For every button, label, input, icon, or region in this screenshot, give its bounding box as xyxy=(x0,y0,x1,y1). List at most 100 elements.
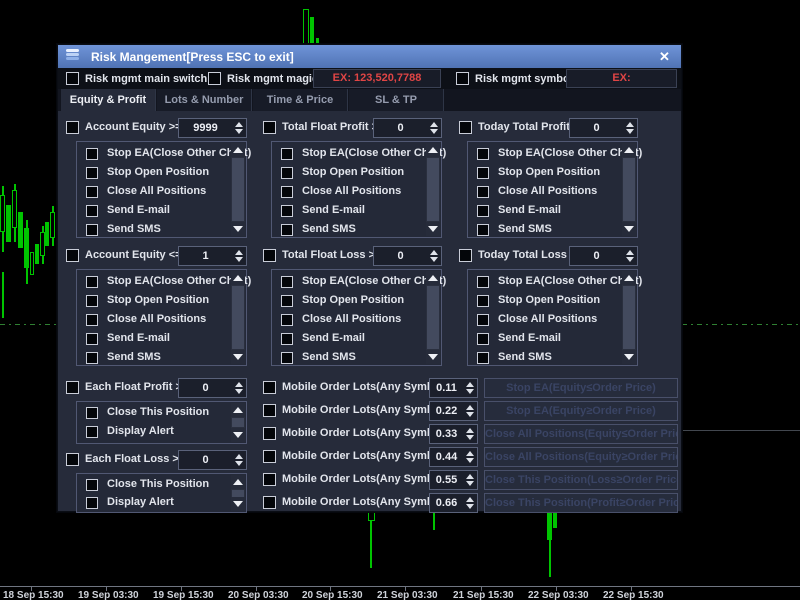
each-float-profit-ge-checkbox[interactable] xyxy=(66,381,79,394)
scroll-down-icon[interactable] xyxy=(231,497,245,511)
spin-up-icon[interactable] xyxy=(235,382,243,387)
action-checkbox[interactable] xyxy=(86,295,98,307)
spin-down-icon[interactable] xyxy=(626,129,634,134)
action-checkbox[interactable] xyxy=(477,352,489,364)
action-checkbox[interactable] xyxy=(281,205,293,217)
action-checkbox[interactable] xyxy=(281,314,293,326)
spin-up-icon[interactable] xyxy=(430,250,438,255)
scrollbar[interactable] xyxy=(622,143,636,236)
scroll-down-icon[interactable] xyxy=(622,222,636,236)
action-checkbox[interactable] xyxy=(477,295,489,307)
stop-ea-equity-ge-button[interactable]: Stop EA(Equity≥Order Price) xyxy=(484,401,678,421)
tab-time-price[interactable]: Time & Price xyxy=(253,89,348,111)
mobile-lots-input[interactable]: 0.11 xyxy=(429,378,478,398)
scrollbar[interactable] xyxy=(426,271,440,364)
spin-up-icon[interactable] xyxy=(430,122,438,127)
action-checkbox[interactable] xyxy=(477,167,489,179)
spin-up-icon[interactable] xyxy=(466,382,474,387)
action-checkbox[interactable] xyxy=(281,276,293,288)
scroll-down-icon[interactable] xyxy=(231,428,245,442)
spin-down-icon[interactable] xyxy=(235,129,243,134)
scroll-up-icon[interactable] xyxy=(426,271,440,285)
total-float-profit-ge-checkbox[interactable] xyxy=(263,121,276,134)
spin-up-icon[interactable] xyxy=(626,122,634,127)
action-checkbox[interactable] xyxy=(281,295,293,307)
action-checkbox[interactable] xyxy=(86,497,98,509)
scroll-down-icon[interactable] xyxy=(426,350,440,364)
scrollbar[interactable] xyxy=(231,271,245,364)
mobile-lots-input[interactable]: 0.44 xyxy=(429,447,478,467)
risk-mgmt-symbols-checkbox[interactable] xyxy=(456,72,469,85)
close-all-equity-le-button[interactable]: Close All Positions(Equity≤Order Price) xyxy=(484,424,678,444)
mobile-lots-input[interactable]: 0.22 xyxy=(429,401,478,421)
scroll-thumb[interactable] xyxy=(427,286,439,349)
spin-down-icon[interactable] xyxy=(466,412,474,417)
today-total-profit-ge-checkbox[interactable] xyxy=(459,121,472,134)
mobile-lots-checkbox[interactable] xyxy=(263,381,276,394)
spin-down-icon[interactable] xyxy=(466,481,474,486)
spin-down-icon[interactable] xyxy=(430,257,438,262)
scroll-down-icon[interactable] xyxy=(231,222,245,236)
mobile-lots-input[interactable]: 0.33 xyxy=(429,424,478,444)
spin-up-icon[interactable] xyxy=(466,405,474,410)
action-checkbox[interactable] xyxy=(477,148,489,160)
scrollbar[interactable] xyxy=(231,403,245,442)
action-checkbox[interactable] xyxy=(477,205,489,217)
scrollbar[interactable] xyxy=(231,143,245,236)
tab-lots-number[interactable]: Lots & Number xyxy=(157,89,252,111)
tab-equity-profit[interactable]: Equity & Profit xyxy=(61,89,156,111)
action-checkbox[interactable] xyxy=(281,352,293,364)
action-checkbox[interactable] xyxy=(86,148,98,160)
action-checkbox[interactable] xyxy=(281,186,293,198)
scroll-thumb[interactable] xyxy=(232,418,244,427)
scrollbar[interactable] xyxy=(426,143,440,236)
today-total-loss-ge-input[interactable]: 0 xyxy=(569,246,638,266)
scroll-up-icon[interactable] xyxy=(622,271,636,285)
account-equity-ge-checkbox[interactable] xyxy=(66,121,79,134)
total-float-profit-ge-input[interactable]: 0 xyxy=(373,118,442,138)
spin-up-icon[interactable] xyxy=(626,250,634,255)
action-checkbox[interactable] xyxy=(86,276,98,288)
scroll-down-icon[interactable] xyxy=(426,222,440,236)
account-equity-le-input[interactable]: 1 xyxy=(178,246,247,266)
action-checkbox[interactable] xyxy=(281,148,293,160)
action-checkbox[interactable] xyxy=(281,224,293,236)
action-checkbox[interactable] xyxy=(86,186,98,198)
scroll-up-icon[interactable] xyxy=(231,271,245,285)
action-checkbox[interactable] xyxy=(281,167,293,179)
account-equity-le-checkbox[interactable] xyxy=(66,249,79,262)
spin-up-icon[interactable] xyxy=(466,497,474,502)
action-checkbox[interactable] xyxy=(477,224,489,236)
mobile-lots-checkbox[interactable] xyxy=(263,473,276,486)
scrollbar[interactable] xyxy=(622,271,636,364)
mobile-lots-input[interactable]: 0.55 xyxy=(429,470,478,490)
spin-down-icon[interactable] xyxy=(235,257,243,262)
scroll-up-icon[interactable] xyxy=(231,403,245,417)
mobile-lots-checkbox[interactable] xyxy=(263,496,276,509)
action-checkbox[interactable] xyxy=(86,479,98,491)
action-checkbox[interactable] xyxy=(477,276,489,288)
spin-down-icon[interactable] xyxy=(430,129,438,134)
mobile-lots-checkbox[interactable] xyxy=(263,450,276,463)
title-bar[interactable]: Risk Mangement[Press ESC to exit] ✕ xyxy=(58,45,681,68)
scroll-up-icon[interactable] xyxy=(231,475,245,489)
spin-up-icon[interactable] xyxy=(466,451,474,456)
action-checkbox[interactable] xyxy=(477,186,489,198)
mobile-lots-checkbox[interactable] xyxy=(263,427,276,440)
close-all-equity-ge-button[interactable]: Close All Positions(Equity≥Order Price) xyxy=(484,447,678,467)
action-checkbox[interactable] xyxy=(477,333,489,345)
tab-sl-tp[interactable]: SL & TP xyxy=(349,89,444,111)
account-equity-ge-input[interactable]: 9999 xyxy=(178,118,247,138)
scrollbar[interactable] xyxy=(231,475,245,511)
spin-up-icon[interactable] xyxy=(466,474,474,479)
close-icon[interactable]: ✕ xyxy=(656,48,673,65)
spin-down-icon[interactable] xyxy=(235,461,243,466)
action-checkbox[interactable] xyxy=(86,333,98,345)
scroll-down-icon[interactable] xyxy=(622,350,636,364)
action-checkbox[interactable] xyxy=(281,333,293,345)
spin-up-icon[interactable] xyxy=(466,428,474,433)
action-checkbox[interactable] xyxy=(86,352,98,364)
action-checkbox[interactable] xyxy=(86,167,98,179)
close-this-profit-ge-button[interactable]: Close This Position(Profit≥Order Price) xyxy=(484,493,678,513)
action-checkbox[interactable] xyxy=(86,314,98,326)
